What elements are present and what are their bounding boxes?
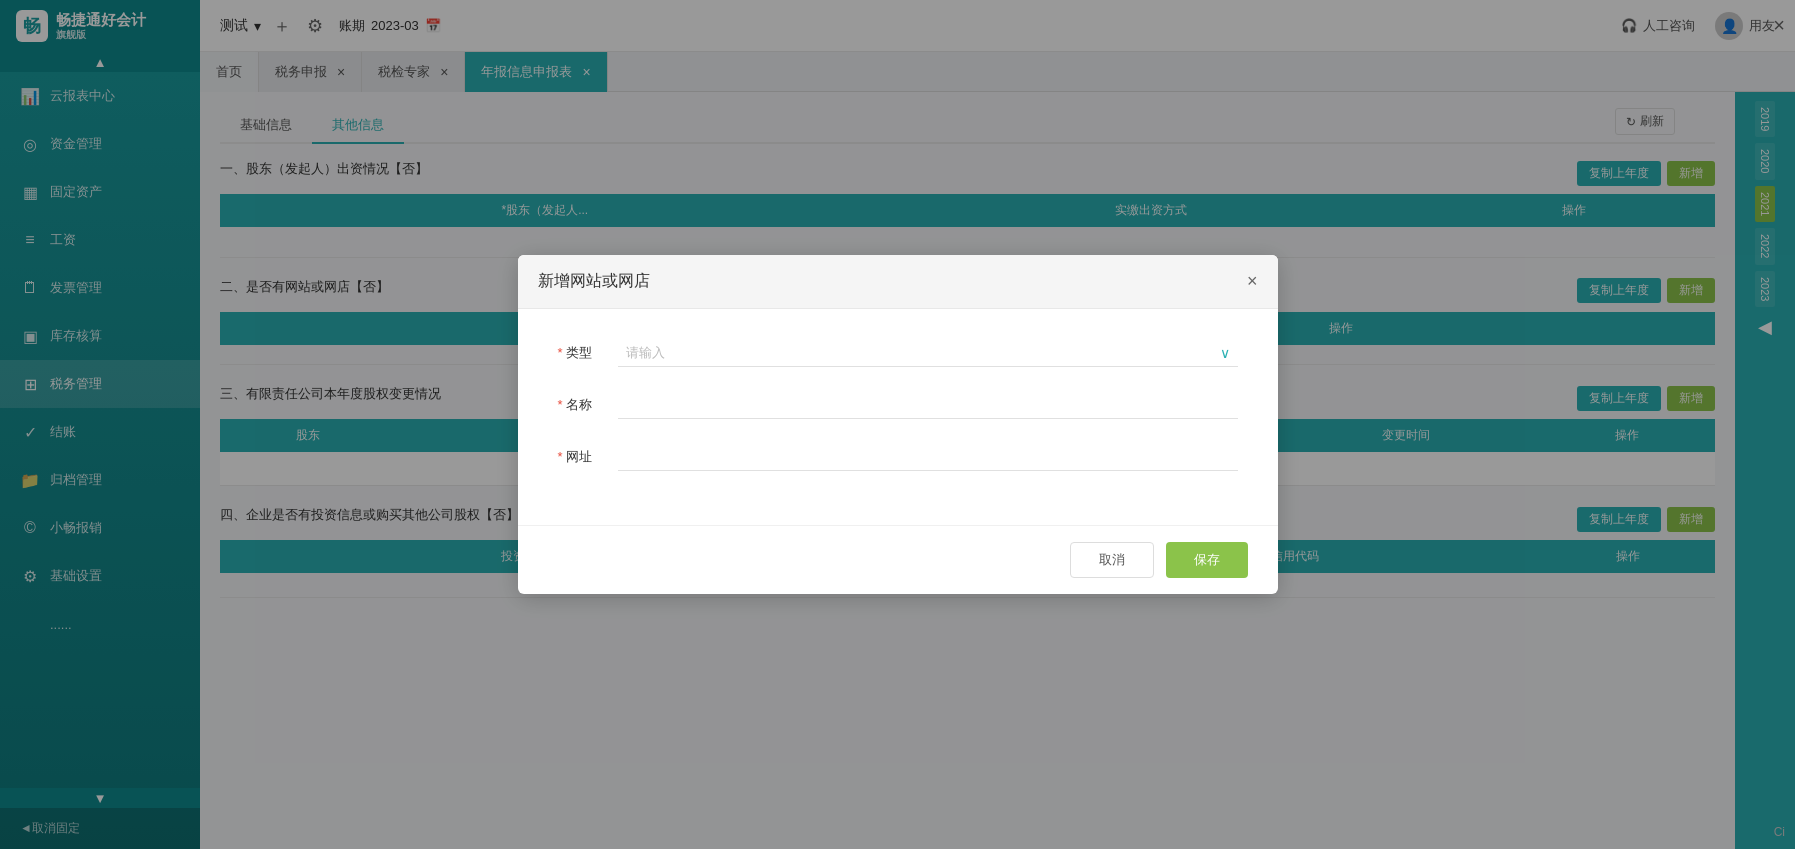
add-website-modal: 新增网站或网店 × * 类型 ∨ * 名称 xyxy=(518,255,1278,594)
name-required-mark: * xyxy=(558,397,563,412)
modal-body: * 类型 ∨ * 名称 * xyxy=(518,309,1278,525)
url-required-mark: * xyxy=(558,449,563,464)
modal-header: 新增网站或网店 × xyxy=(518,255,1278,309)
form-row-url: * 网址 xyxy=(558,443,1238,471)
form-row-type: * 类型 ∨ xyxy=(558,339,1238,367)
cancel-button[interactable]: 取消 xyxy=(1070,542,1154,578)
modal-title: 新增网站或网店 xyxy=(538,271,650,292)
modal-overlay: 新增网站或网店 × * 类型 ∨ * 名称 xyxy=(0,0,1795,849)
save-button[interactable]: 保存 xyxy=(1166,542,1248,578)
type-required-mark: * xyxy=(558,345,563,360)
type-dropdown-arrow[interactable]: ∨ xyxy=(1220,345,1230,361)
url-label: * 网址 xyxy=(558,448,618,466)
modal-close-button[interactable]: × xyxy=(1247,271,1258,292)
name-input[interactable] xyxy=(618,391,1238,419)
form-row-name: * 名称 xyxy=(558,391,1238,419)
modal-footer: 取消 保存 xyxy=(518,525,1278,594)
type-input[interactable] xyxy=(618,339,1238,367)
name-label: * 名称 xyxy=(558,396,618,414)
type-label: * 类型 xyxy=(558,344,618,362)
url-input[interactable] xyxy=(618,443,1238,471)
